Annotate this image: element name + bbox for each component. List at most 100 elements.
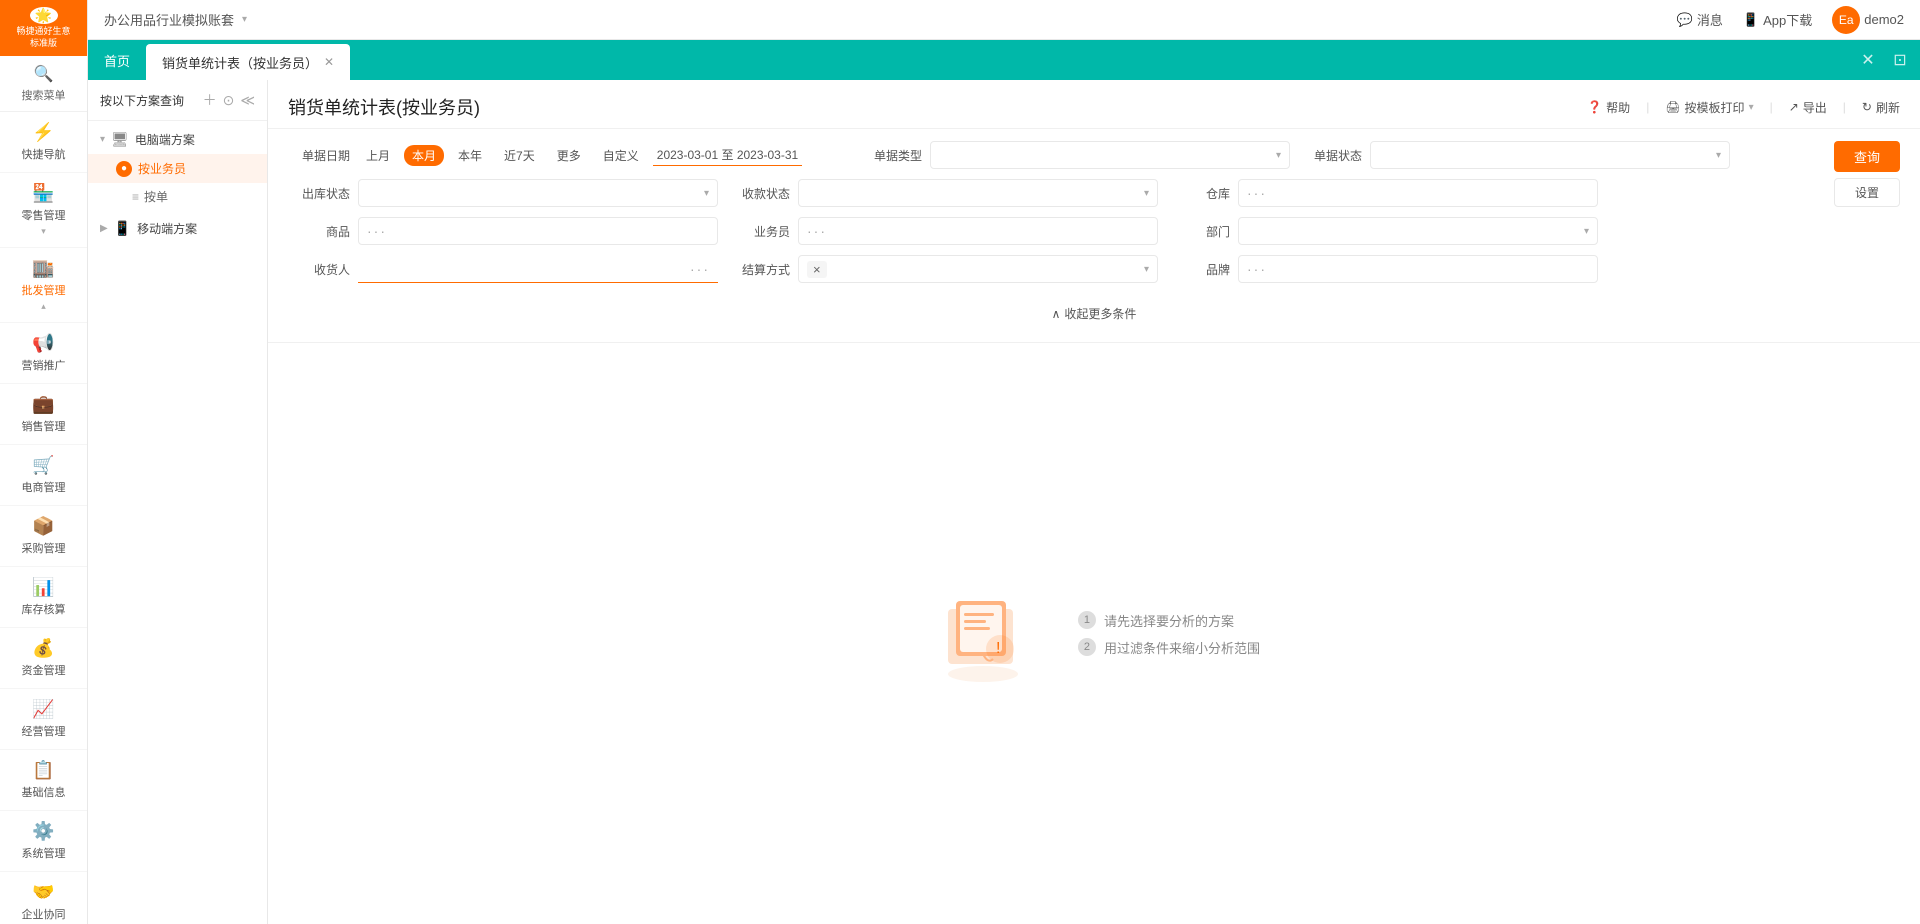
user-profile-button[interactable]: Ea demo2 [1832, 6, 1904, 34]
refresh-button[interactable]: ↻ 刷新 [1862, 99, 1900, 116]
doc-type-select[interactable]: ▾ [930, 141, 1290, 169]
settlement-tag-close[interactable]: × [813, 262, 821, 277]
retail-expand-icon: ▾ [41, 226, 46, 237]
sidebar-item-operations[interactable]: 📈 经营管理 [0, 689, 87, 750]
doc-status-select[interactable]: ▾ [1370, 141, 1730, 169]
export-label: 导出 [1803, 99, 1827, 116]
date-custom[interactable]: 自定义 [595, 145, 647, 166]
export-button[interactable]: ↗ 导出 [1789, 99, 1827, 116]
logo-text: 畅捷通好生意 [16, 26, 70, 38]
payment-label: 收款状态 [738, 185, 798, 202]
settlement-dropdown-icon: ▾ [1144, 264, 1149, 275]
tab-restore-button[interactable]: ⊡ [1888, 48, 1912, 72]
salesperson-select[interactable]: ··· [798, 217, 1158, 245]
filter-area: 单据日期 上月 本月 本年 近7天 更多 自定义 2023-03-01 至 20… [268, 129, 1920, 343]
scheme-item-salesperson[interactable]: ● 按业务员 [88, 154, 267, 183]
order-scheme-label: 按单 [144, 188, 168, 205]
payment-select[interactable]: ▾ [798, 179, 1158, 207]
filter-row-4: 收货人 ··· 结算方式 × [288, 255, 1900, 283]
top-header: 办公用品行业模拟账套 ▾ 💬 消息 📱 App下载 Ea demo2 [88, 0, 1920, 40]
brand-dots: ··· [1247, 261, 1267, 277]
page-content: 按以下方案查询 ＋ ⊙ ≪ ▾ 🖥 电脑端方案 ● 按业务员 ≡ [88, 80, 1920, 924]
recipient-label: 收货人 [288, 261, 358, 278]
sidebar-item-enterprise[interactable]: 🤝 企业协同 [0, 872, 87, 924]
step1-num: 1 [1078, 611, 1096, 629]
doc-type-label: 单据类型 [870, 147, 930, 164]
desktop-group-arrow: ▾ [100, 134, 105, 145]
left-panel-header: 按以下方案查询 ＋ ⊙ ≪ [88, 80, 267, 121]
purchase-icon: 📦 [32, 516, 54, 537]
industry-dropdown-icon[interactable]: ▾ [242, 14, 247, 25]
search-menu[interactable]: 🔍 搜索菜单 [0, 56, 87, 112]
sidebar-item-ecommerce[interactable]: 🛒 电商管理 [0, 445, 87, 506]
sidebar-item-retail[interactable]: 🏪 零售管理 ▾ [0, 173, 87, 248]
sidebar-item-finance[interactable]: 💰 资金管理 [0, 628, 87, 689]
recipient-input[interactable]: ··· [358, 255, 718, 283]
delivery-label: 出库状态 [288, 185, 358, 202]
tab-sales-report-label: 销货单统计表（按业务员） [162, 53, 318, 72]
tab-bar: 首页 销货单统计表（按业务员） ✕ ✕ ⊡ [88, 40, 1920, 80]
date-this-month[interactable]: 本月 [404, 145, 444, 166]
tab-home-label: 首页 [104, 51, 130, 70]
tab-home[interactable]: 首页 [88, 40, 146, 80]
panel-settings-icon[interactable]: ⊙ [223, 92, 235, 109]
dept-select[interactable]: ▾ [1238, 217, 1598, 245]
empty-illustration: ! [928, 579, 1038, 689]
inventory-label: 库存核算 [22, 601, 66, 617]
sidebar-item-base-info[interactable]: 📋 基础信息 [0, 750, 87, 811]
sales-icon: 💼 [32, 394, 54, 415]
date-this-year[interactable]: 本年 [450, 145, 490, 166]
settings-button[interactable]: 设置 [1834, 178, 1900, 207]
message-label: 消息 [1697, 10, 1723, 29]
panel-collapse-icon[interactable]: ≪ [240, 92, 255, 109]
goods-select[interactable]: ··· [358, 217, 718, 245]
sidebar-item-system[interactable]: ⚙️ 系统管理 [0, 811, 87, 872]
filter-wrapper: 单据日期 上月 本月 本年 近7天 更多 自定义 2023-03-01 至 20… [268, 129, 1920, 343]
retail-icon: 🏪 [32, 183, 54, 204]
app-download-button[interactable]: 📱 App下载 [1743, 10, 1812, 29]
tab-bar-controls: ✕ ⊡ [1848, 48, 1920, 72]
retail-label: 零售管理 [22, 207, 66, 223]
sidebar-item-sales[interactable]: 💼 销售管理 [0, 384, 87, 445]
sidebar-item-marketing[interactable]: 📢 营销推广 [0, 323, 87, 384]
tab-close-icon[interactable]: ✕ [324, 56, 334, 68]
inventory-icon: 📊 [32, 577, 54, 598]
divider3: | [1843, 100, 1846, 114]
tab-sales-report[interactable]: 销货单统计表（按业务员） ✕ [146, 44, 350, 80]
doc-type-dropdown-icon: ▾ [1276, 150, 1281, 161]
search-label: 搜索菜单 [22, 87, 66, 103]
date-more[interactable]: 更多 [549, 145, 589, 166]
recipient-dots: ··· [690, 261, 710, 277]
date-range-display[interactable]: 2023-03-01 至 2023-03-31 [653, 144, 802, 166]
desktop-group-header[interactable]: ▾ 🖥 电脑端方案 [88, 125, 267, 154]
step2-num: 2 [1078, 638, 1096, 656]
message-button[interactable]: 💬 消息 [1677, 10, 1723, 29]
wholesale-expand-icon: ▴ [41, 301, 46, 312]
scheme-sub-item-order[interactable]: ≡ 按单 [88, 183, 267, 210]
tab-close-all-button[interactable]: ✕ [1856, 48, 1880, 72]
date-last7[interactable]: 近7天 [496, 145, 543, 166]
download-icon: 📱 [1743, 12, 1759, 28]
collapse-row: ∧ 收起更多条件 [288, 293, 1900, 330]
sidebar-item-inventory[interactable]: 📊 库存核算 [0, 567, 87, 628]
print-button[interactable]: 🖨 按模板打印 ▾ [1665, 99, 1753, 116]
dept-label: 部门 [1178, 223, 1238, 240]
delivery-select[interactable]: ▾ [358, 179, 718, 207]
brand-select[interactable]: ··· [1238, 255, 1598, 283]
settlement-select[interactable]: × ▾ [798, 255, 1158, 283]
wholesale-icon: 🏬 [32, 258, 54, 279]
delivery-dropdown-icon: ▾ [704, 188, 709, 199]
warehouse-select[interactable]: ··· [1238, 179, 1598, 207]
query-button[interactable]: 查询 [1834, 141, 1900, 172]
main-area: 办公用品行业模拟账套 ▾ 💬 消息 📱 App下载 Ea demo2 首页 [88, 0, 1920, 924]
sidebar-item-purchase[interactable]: 📦 采购管理 [0, 506, 87, 567]
sidebar-item-wholesale[interactable]: 🏬 批发管理 ▴ [0, 248, 87, 323]
panel-title: 按以下方案查询 [100, 92, 184, 109]
sidebar-item-shortcut[interactable]: ⚡ 快捷导航 [0, 112, 87, 173]
mobile-group-header[interactable]: ▶ 📱 移动端方案 [88, 214, 267, 243]
help-button[interactable]: ❓ 帮助 [1587, 99, 1630, 116]
industry-name: 办公用品行业模拟账套 [104, 10, 234, 29]
panel-add-icon[interactable]: ＋ [203, 90, 217, 110]
collapse-button[interactable]: ∧ 收起更多条件 [1044, 297, 1145, 330]
date-last-month[interactable]: 上月 [358, 145, 398, 166]
